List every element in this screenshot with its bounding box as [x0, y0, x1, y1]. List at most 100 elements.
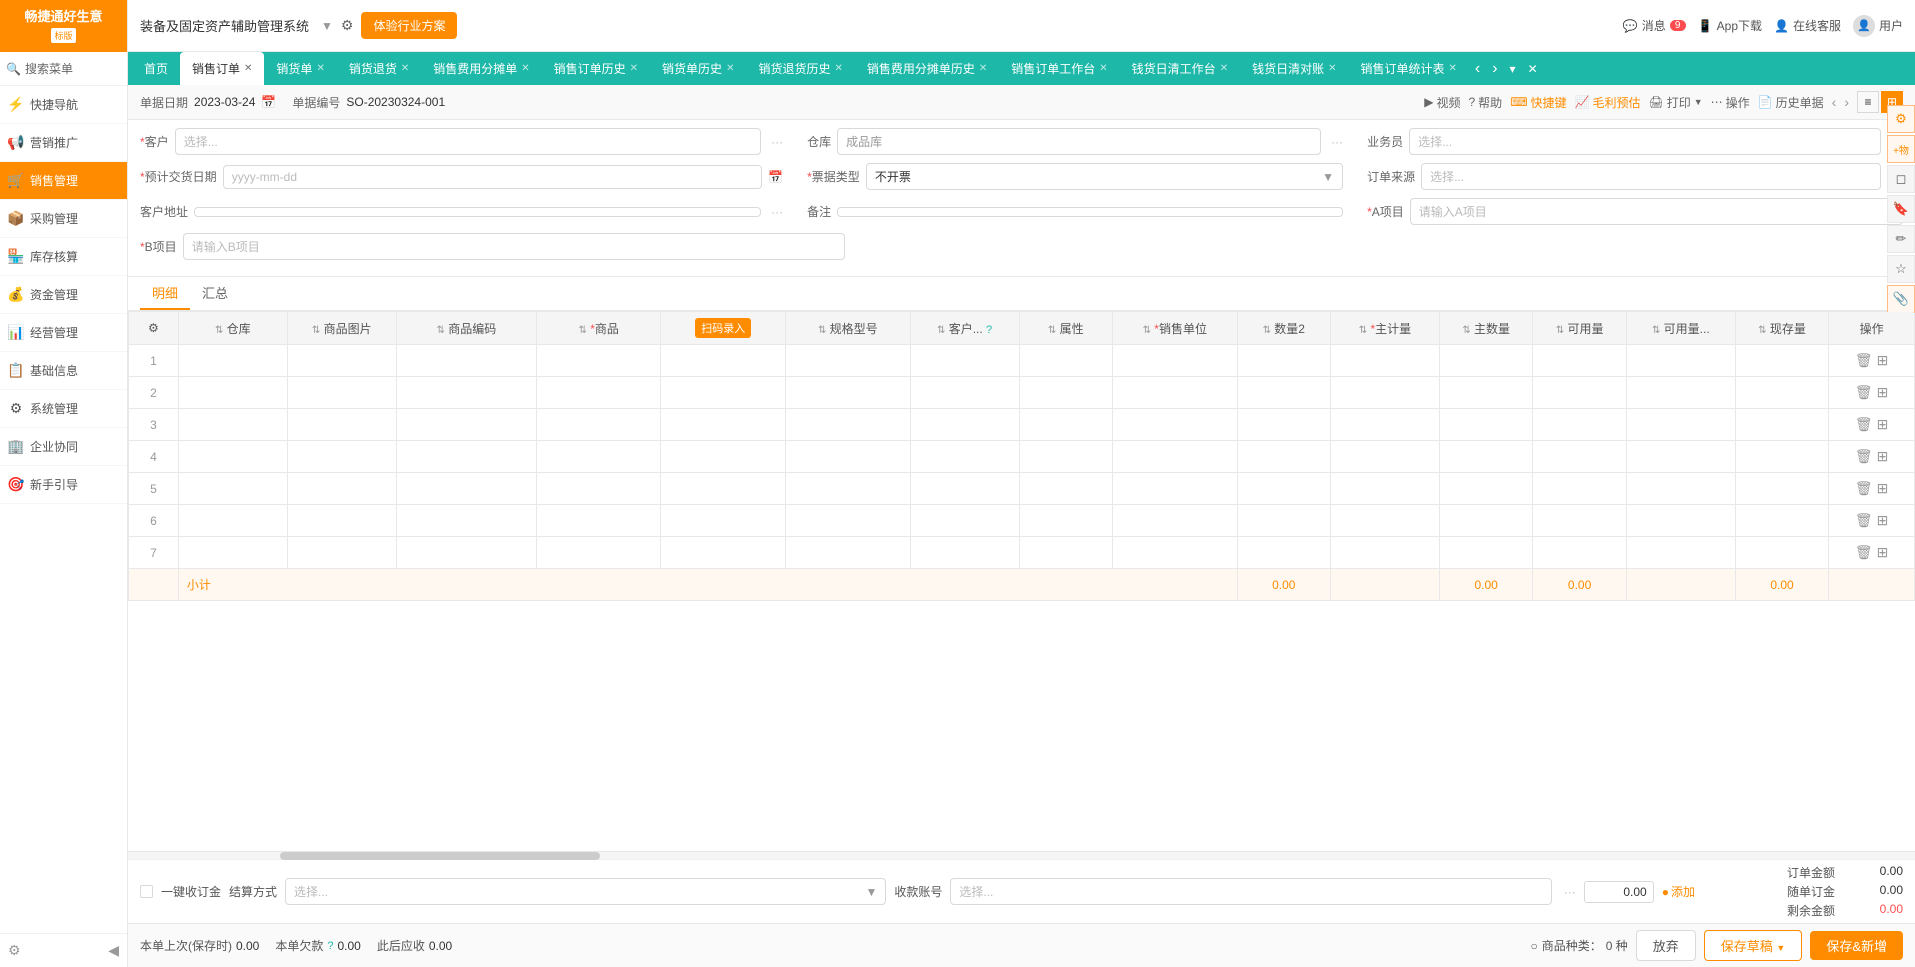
profit-btn[interactable]: 📈 毛利预估: [1575, 94, 1641, 111]
receipt-account-select[interactable]: 选择...: [950, 878, 1551, 905]
row-image[interactable]: [287, 377, 396, 409]
row-sales-unit[interactable]: [1113, 537, 1238, 569]
row-warehouse[interactable]: [178, 473, 287, 505]
history-btn[interactable]: 📄 历史单据: [1758, 94, 1824, 111]
float-btn-3[interactable]: ✏: [1887, 225, 1915, 253]
settings-icon[interactable]: ⚙: [8, 942, 21, 959]
row-customer-code[interactable]: [910, 537, 1019, 569]
row-attribute[interactable]: [1019, 505, 1112, 537]
row-qty2[interactable]: [1237, 441, 1330, 473]
row-copy-icon[interactable]: ⊞: [1877, 544, 1889, 561]
tab-detail[interactable]: 明细: [140, 277, 190, 310]
row-spec[interactable]: [786, 345, 911, 377]
row-available2[interactable]: [1626, 473, 1735, 505]
tab-daily-workbench[interactable]: 钱货日清工作台 ✕: [1120, 52, 1240, 85]
row-customer-code[interactable]: [910, 377, 1019, 409]
row-delete-icon[interactable]: 🗑: [1855, 352, 1873, 369]
row-warehouse[interactable]: [178, 377, 287, 409]
row-customer-code[interactable]: [910, 409, 1019, 441]
row-warehouse[interactable]: [178, 409, 287, 441]
row-stock[interactable]: [1735, 441, 1828, 473]
row-copy-icon[interactable]: ⊞: [1877, 448, 1889, 465]
row-qty2[interactable]: [1237, 377, 1330, 409]
sidebar-item-finance[interactable]: 💰 资金管理: [0, 276, 127, 314]
row-code[interactable]: [396, 505, 536, 537]
row-attribute[interactable]: [1019, 441, 1112, 473]
row-main-qty[interactable]: [1439, 377, 1532, 409]
tab-sales-invoice[interactable]: 销货单 ✕: [264, 52, 336, 85]
row-available2[interactable]: [1626, 409, 1735, 441]
help-action-btn[interactable]: ? 帮助: [1468, 94, 1502, 111]
tab-sales-return[interactable]: 销货退货 ✕: [337, 52, 421, 85]
sidebar-item-system[interactable]: ⚙ 系统管理: [0, 390, 127, 428]
notes-input[interactable]: [837, 207, 1343, 217]
row-main-unit[interactable]: [1330, 409, 1439, 441]
address-more-icon[interactable]: ···: [771, 205, 783, 219]
row-scan[interactable]: [661, 473, 786, 505]
row-main-unit[interactable]: [1330, 505, 1439, 537]
row-scan[interactable]: [661, 505, 786, 537]
industry-btn[interactable]: 体验行业方案: [361, 12, 457, 39]
tab-return-history[interactable]: 销货退货历史 ✕: [746, 52, 854, 85]
float-btn-5[interactable]: 📎: [1887, 285, 1915, 313]
row-main-qty[interactable]: [1439, 505, 1532, 537]
row-scan[interactable]: [661, 441, 786, 473]
discard-btn[interactable]: 放弃: [1636, 930, 1696, 961]
row-available[interactable]: [1533, 537, 1626, 569]
row-copy-icon[interactable]: ⊞: [1877, 512, 1889, 529]
row-spec[interactable]: [786, 441, 911, 473]
tab-sales-stats[interactable]: 销售订单统计表 ✕: [1348, 52, 1468, 85]
row-main-unit[interactable]: [1330, 441, 1439, 473]
row-scan[interactable]: [661, 409, 786, 441]
app-download-item[interactable]: 📱 App下载: [1698, 17, 1762, 34]
operate-btn[interactable]: ⋯ 操作: [1711, 94, 1750, 111]
row-code[interactable]: [396, 441, 536, 473]
sidebar-item-sales[interactable]: 🛒 销售管理: [0, 162, 127, 200]
sidebar-item-enterprise[interactable]: 🏢 企业协同: [0, 428, 127, 466]
sidebar-item-operations[interactable]: 📊 经营管理: [0, 314, 127, 352]
row-main-unit[interactable]: [1330, 377, 1439, 409]
row-customer-code[interactable]: [910, 345, 1019, 377]
row-available[interactable]: [1533, 473, 1626, 505]
close-icon[interactable]: ✕: [244, 63, 252, 74]
close-icon[interactable]: ✕: [1220, 63, 1228, 74]
row-stock[interactable]: [1735, 377, 1828, 409]
collapse-icon[interactable]: ◀: [108, 942, 119, 959]
list-view-btn[interactable]: ≡: [1857, 91, 1879, 113]
row-attribute[interactable]: [1019, 473, 1112, 505]
tab-sales-order[interactable]: 销售订单 ✕: [180, 52, 264, 85]
row-spec[interactable]: [786, 409, 911, 441]
tab-home[interactable]: 首页: [132, 52, 180, 85]
scrollbar-thumb[interactable]: [280, 852, 600, 860]
tab-close-all-icon[interactable]: ✕: [1522, 62, 1544, 76]
float-btn-1[interactable]: ◻: [1887, 165, 1915, 193]
close-icon[interactable]: ✕: [1449, 63, 1457, 74]
dropdown-arrow-icon[interactable]: ▼: [321, 19, 333, 33]
draft-arrow-icon[interactable]: ▼: [1776, 943, 1785, 953]
save-draft-btn[interactable]: 保存草稿 ▼: [1704, 930, 1803, 961]
row-stock[interactable]: [1735, 505, 1828, 537]
tab-summary[interactable]: 汇总: [190, 277, 240, 310]
one-click-checkbox[interactable]: [140, 885, 153, 898]
row-code[interactable]: [396, 409, 536, 441]
invoice-select[interactable]: 不开票 ▼: [866, 163, 1343, 190]
row-qty2[interactable]: [1237, 473, 1330, 505]
row-code[interactable]: [396, 345, 536, 377]
tab-next-icon[interactable]: ›: [1486, 60, 1503, 78]
address-input[interactable]: [194, 207, 761, 217]
b-project-input[interactable]: 请输入B项目: [183, 233, 846, 260]
th-gear[interactable]: ⚙: [129, 312, 179, 345]
row-delete-icon[interactable]: 🗑: [1855, 448, 1873, 465]
row-code[interactable]: [396, 537, 536, 569]
row-product[interactable]: [536, 345, 661, 377]
row-warehouse[interactable]: [178, 537, 287, 569]
close-icon[interactable]: ✕: [316, 63, 324, 74]
row-product[interactable]: [536, 505, 661, 537]
row-product[interactable]: [536, 409, 661, 441]
row-scan[interactable]: [661, 345, 786, 377]
tab-prev-icon[interactable]: ‹: [1469, 60, 1486, 78]
delivery-input[interactable]: yyyy-mm-dd: [223, 165, 762, 189]
row-image[interactable]: [287, 537, 396, 569]
close-icon[interactable]: ✕: [726, 63, 734, 74]
row-delete-icon[interactable]: 🗑: [1855, 416, 1873, 433]
